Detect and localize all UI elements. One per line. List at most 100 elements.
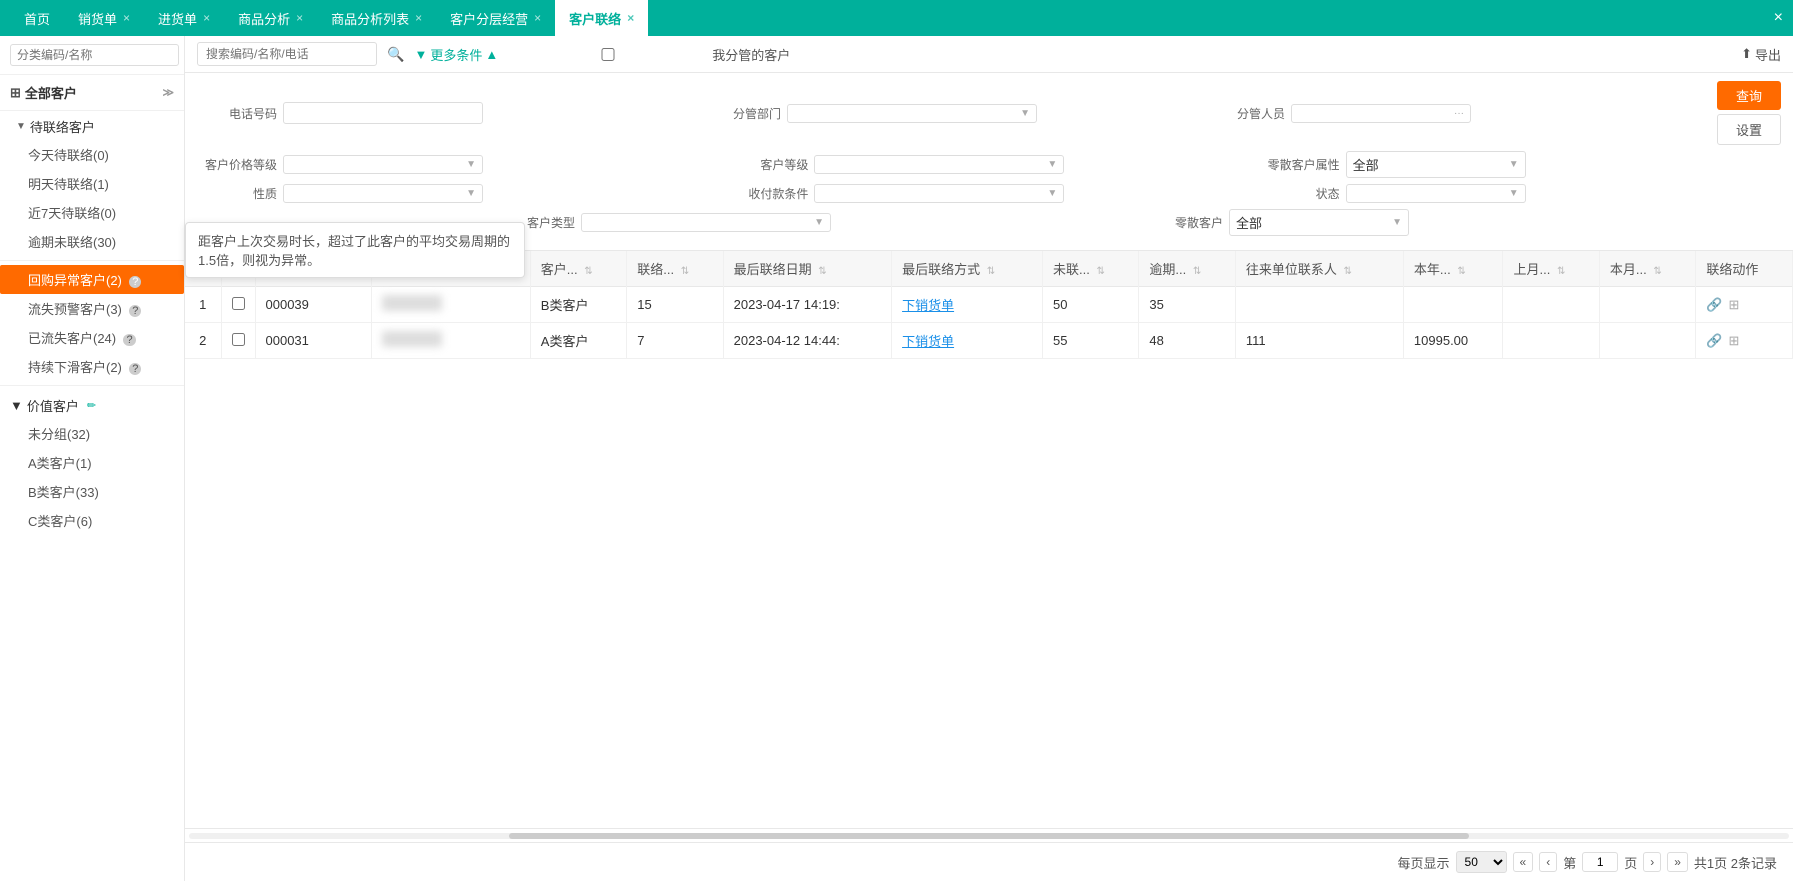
nav-purchase-order[interactable]: 进货单 ×: [144, 0, 224, 36]
sidebar-item-c-class[interactable]: C类客户(6): [0, 506, 184, 535]
sort-this-year-icon: ⇅: [1457, 266, 1465, 277]
sort-last-date-icon: ⇅: [818, 266, 826, 277]
td-last-way-1[interactable]: 下销货单: [892, 287, 1043, 323]
th-company-contact[interactable]: 往来单位联系人 ⇅: [1235, 251, 1403, 287]
close-sales-order-icon[interactable]: ×: [123, 11, 130, 25]
manager-label: 分管人员: [1205, 105, 1285, 122]
retail-attr-arrow: ▼: [1509, 159, 1519, 170]
nav-home[interactable]: 首页: [10, 0, 64, 36]
nav-sales-order[interactable]: 销货单 ×: [64, 0, 144, 36]
close-product-analysis-list-icon[interactable]: ×: [415, 11, 422, 25]
edit-icon[interactable]: ✏: [87, 399, 96, 412]
status-select[interactable]: ▼: [1346, 184, 1526, 203]
close-purchase-order-icon[interactable]: ×: [203, 11, 210, 25]
th-last-contact-way[interactable]: 最后联络方式 ⇅: [892, 251, 1043, 287]
horizontal-scrollbar[interactable]: [185, 828, 1793, 842]
nav-customer-contact[interactable]: 客户联络 ×: [555, 0, 648, 36]
td-overdue-2: 48: [1139, 323, 1235, 359]
page-input[interactable]: [1582, 852, 1618, 872]
th-overdue[interactable]: 逾期... ⇅: [1139, 251, 1235, 287]
link-action-icon-2[interactable]: 🔗: [1706, 333, 1722, 349]
filter-col-customer-level: 客户等级 ▼: [728, 155, 1249, 174]
close-product-analysis-icon[interactable]: ×: [296, 11, 303, 25]
action-icons-1: 🔗 ⊞: [1706, 297, 1782, 313]
grid-action-icon-2[interactable]: ⊞: [1729, 333, 1740, 349]
sidebar-item-overdue[interactable]: 逾期未联络(30): [0, 227, 184, 256]
sidebar-item-tomorrow[interactable]: 明天待联络(1): [0, 169, 184, 198]
manager-select[interactable]: ···: [1291, 104, 1471, 123]
nav-product-analysis-list[interactable]: 商品分析列表 ×: [317, 0, 436, 36]
close-customer-contact-icon[interactable]: ×: [627, 11, 634, 25]
td-check-2: [221, 323, 255, 359]
row1-checkbox[interactable]: [232, 297, 245, 310]
top-nav: 首页 销货单 × 进货单 × 商品分析 × 商品分析列表 × 客户分层经营 × …: [0, 0, 1793, 36]
th-last-contact-date[interactable]: 最后联络日期 ⇅: [723, 251, 891, 287]
pending-contact-group[interactable]: ▼ 待联络客户: [0, 111, 184, 140]
sidebar-item-today[interactable]: 今天待联络(0): [0, 140, 184, 169]
sidebar-item-already-lost[interactable]: 已流失客户(24) ?: [0, 323, 184, 352]
value-customers-group[interactable]: ▼ 价值客户 ✏: [0, 390, 184, 419]
sidebar-item-continuously-down[interactable]: 持续下滑客户(2) ?: [0, 352, 184, 381]
next-page-btn[interactable]: ›: [1643, 852, 1661, 872]
nav-product-analysis[interactable]: 商品分析 ×: [224, 0, 317, 36]
th-last-month[interactable]: 上月... ⇅: [1503, 251, 1599, 287]
sidebar-item-repurchase-abnormal[interactable]: 回购异常客户(2) ?: [0, 265, 184, 294]
td-company-contact-2: 111: [1235, 323, 1403, 359]
last-page-btn[interactable]: »: [1667, 852, 1688, 872]
department-select[interactable]: ▼: [787, 104, 1037, 123]
tooltip-box: 距客户上次交易时长，超过了此客户的平均交易周期的1.5倍，则视为异常。: [185, 222, 525, 278]
all-customers-header[interactable]: ⊞ 全部客户 ≫: [0, 75, 184, 111]
link-action-icon-1[interactable]: 🔗: [1706, 297, 1722, 313]
settings-button[interactable]: 设置: [1717, 114, 1781, 145]
row2-checkbox[interactable]: [232, 333, 245, 346]
td-this-year-2: 10995.00: [1403, 323, 1503, 359]
first-page-btn[interactable]: «: [1513, 852, 1534, 872]
td-code-2: 000031: [255, 323, 372, 359]
retail-customer-select[interactable]: 全部 ▼: [1229, 209, 1409, 236]
sidebar-item-a-class[interactable]: A类客户(1): [0, 448, 184, 477]
td-name-1: [372, 287, 531, 323]
customer-type-select[interactable]: ▼: [581, 213, 831, 232]
payment-select[interactable]: ▼: [814, 184, 1064, 203]
th-action: 联络动作: [1696, 251, 1793, 287]
status-label: 状态: [1260, 185, 1340, 202]
retail-attr-select[interactable]: 全部 ▼: [1346, 151, 1526, 178]
th-this-month[interactable]: 本月... ⇅: [1599, 251, 1695, 287]
td-last-month-2: [1503, 323, 1599, 359]
search-bar-icon[interactable]: 🔍: [387, 46, 404, 63]
more-conditions-btn[interactable]: ▼ 更多条件 ▲: [414, 45, 498, 64]
sidebar-item-7days[interactable]: 近7天待联络(0): [0, 198, 184, 227]
export-btn[interactable]: ⬆ 导出: [1741, 45, 1781, 64]
table-row: 2 000031 A类客户 7 2023-04-12 14:44:: [185, 323, 1793, 359]
query-button[interactable]: 查询: [1717, 81, 1781, 110]
close-all-tabs-icon[interactable]: ×: [1774, 9, 1783, 27]
filter-col-status: 状态 ▼: [1260, 184, 1781, 203]
department-select-arrow: ▼: [1020, 108, 1030, 119]
th-contact[interactable]: 联络... ⇅: [627, 251, 723, 287]
price-level-select[interactable]: ▼: [283, 155, 483, 174]
status-arrow: ▼: [1509, 188, 1519, 199]
grid-action-icon-1[interactable]: ⊞: [1729, 297, 1740, 313]
sidebar-item-ungrouped[interactable]: 未分组(32): [0, 419, 184, 448]
th-category[interactable]: 客户... ⇅: [530, 251, 626, 287]
td-not-contacted-2: 55: [1042, 323, 1138, 359]
per-page-select[interactable]: 50 20 100: [1456, 851, 1507, 873]
search-input[interactable]: [197, 42, 377, 66]
prev-page-btn[interactable]: ‹: [1539, 852, 1557, 872]
nav-customer-segmentation[interactable]: 客户分层经营 ×: [436, 0, 555, 36]
th-not-contacted[interactable]: 未联... ⇅: [1042, 251, 1138, 287]
customer-level-arrow: ▼: [1047, 159, 1057, 170]
phone-input[interactable]: [283, 102, 483, 124]
table-wrapper: ⚙ 客户编码 ⇅ 客户名称 ⇅: [185, 251, 1793, 828]
sidebar-search-area: 🔍: [0, 36, 184, 75]
th-this-year[interactable]: 本年... ⇅: [1403, 251, 1503, 287]
gender-select[interactable]: ▼: [283, 184, 483, 203]
sidebar-item-b-class[interactable]: B类客户(33): [0, 477, 184, 506]
customer-level-select[interactable]: ▼: [814, 155, 1064, 174]
sidebar-item-lost-warning[interactable]: 流失预警客户(3) ?: [0, 294, 184, 323]
td-name-2: [372, 323, 531, 359]
td-last-way-2[interactable]: 下销货单: [892, 323, 1043, 359]
close-customer-segmentation-icon[interactable]: ×: [534, 11, 541, 25]
my-customers-checkbox[interactable]: [508, 48, 708, 61]
sidebar-search-input[interactable]: [10, 44, 179, 66]
